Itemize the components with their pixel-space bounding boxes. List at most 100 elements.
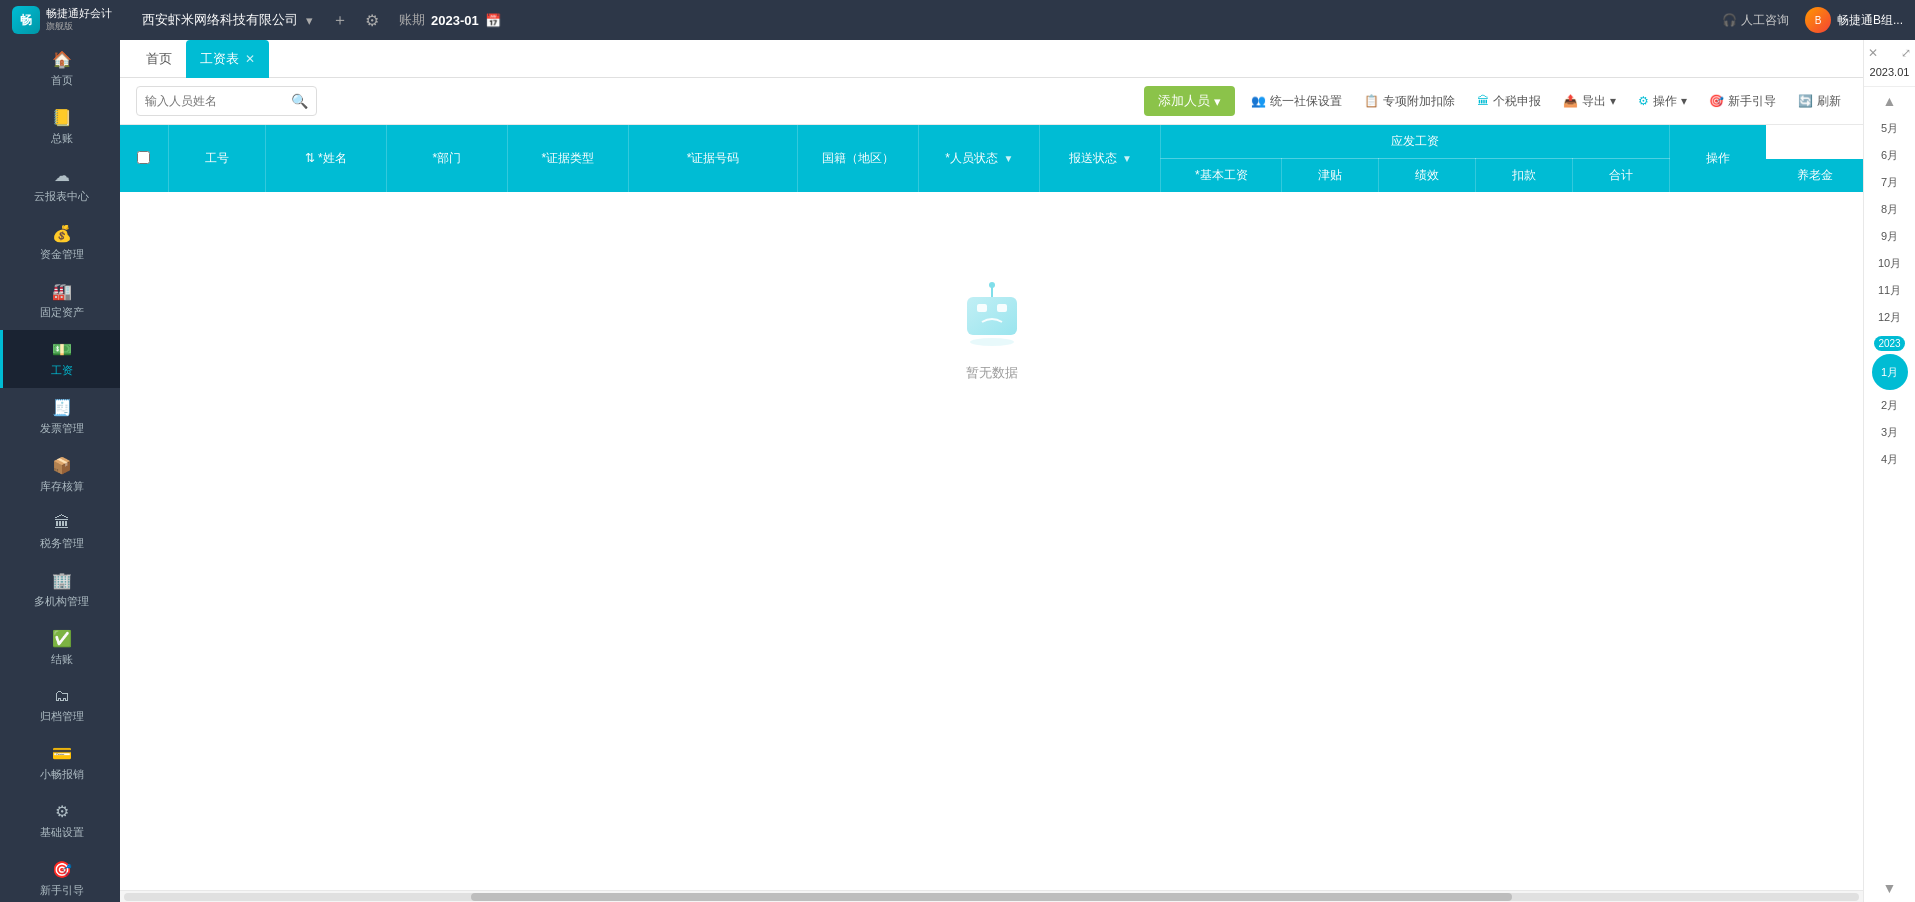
action-deduct[interactable]: 📋 专项附加扣除	[1358, 89, 1461, 114]
sidebar-item-tax[interactable]: 🏛 税务管理	[0, 504, 120, 561]
action-social[interactable]: 👥 统一社保设置	[1245, 89, 1348, 114]
month-item-5[interactable]: 5月	[1864, 115, 1915, 142]
month-item-7[interactable]: 7月	[1864, 169, 1915, 196]
salary-icon: 💵	[52, 340, 72, 359]
month-item-3[interactable]: 3月	[1864, 419, 1915, 446]
svg-point-5	[970, 338, 1014, 346]
empty-text: 暂无数据	[966, 364, 1018, 382]
th-status-label: *人员状态	[945, 151, 998, 165]
search-box[interactable]: 🔍	[136, 86, 317, 116]
calendar-icon[interactable]: 📅	[485, 13, 501, 28]
settings-icon[interactable]: ⚙	[361, 9, 383, 31]
toolbar: 🔍 添加人员 ▾ 👥 统一社保设置 📋 专项附加扣除 🏛 个税申报	[120, 78, 1863, 125]
month-item-8[interactable]: 8月	[1864, 196, 1915, 223]
sidebar-label-multi: 多机构管理	[34, 594, 89, 609]
sidebar-item-cloud[interactable]: ☁ 云报表中心	[0, 156, 120, 214]
cloud-icon: ☁	[54, 166, 70, 185]
month-label-4: 4月	[1881, 452, 1898, 467]
tab-close-icon[interactable]: ✕	[245, 52, 255, 66]
sidebar-item-archive[interactable]: 🗂 归档管理	[0, 677, 120, 734]
month-label-8: 8月	[1881, 202, 1898, 217]
th-salary-group: 应发工资	[1161, 125, 1669, 159]
th-report[interactable]: 报送状态 ▼	[1040, 125, 1161, 192]
company-dropdown-icon[interactable]: ▾	[306, 13, 313, 28]
user-info[interactable]: B 畅捷通B组...	[1805, 7, 1903, 33]
sidebar-item-ledger[interactable]: 📒 总账	[0, 98, 120, 156]
search-input[interactable]	[145, 94, 285, 108]
sidebar-label-salary: 工资	[51, 363, 73, 378]
panel-top: ✕ ⤢ 2023.01	[1864, 40, 1915, 87]
action-export[interactable]: 📤 导出 ▾	[1557, 89, 1622, 114]
sidebar-item-salary[interactable]: 💵 工资	[0, 330, 120, 388]
month-item-4[interactable]: 4月	[1864, 446, 1915, 473]
nav-up-arrow[interactable]: ▲	[1880, 91, 1900, 111]
sidebar-label-assets: 固定资产	[40, 305, 84, 320]
expense-icon: 💳	[52, 744, 72, 763]
sidebar-label-expense: 小畅报销	[40, 767, 84, 782]
sidebar-item-assets[interactable]: 🏭 固定资产	[0, 272, 120, 330]
month-item-12[interactable]: 12月	[1864, 304, 1915, 331]
funds-icon: 💰	[52, 224, 72, 243]
th-nation-label: 国籍（地区）	[822, 151, 894, 165]
tab-home[interactable]: 首页	[132, 40, 186, 78]
month-item-10[interactable]: 10月	[1864, 250, 1915, 277]
expand-icon[interactable]: ⤢	[1901, 46, 1911, 60]
salary-table: 工号 ⇅ *姓名 *部门 *证据类型 *证据号码	[120, 125, 1863, 462]
human-service-label: 人工咨询	[1741, 12, 1789, 29]
sidebar-item-home[interactable]: 🏠 首页	[0, 40, 120, 98]
th-report-label: 报送状态	[1069, 151, 1117, 165]
th-checkbox[interactable]	[120, 125, 168, 192]
sidebar-label-settle: 结账	[51, 652, 73, 667]
th-name[interactable]: ⇅ *姓名	[265, 125, 386, 192]
action-operate[interactable]: ⚙ 操作 ▾	[1632, 89, 1693, 114]
th-op: 操作	[1669, 125, 1766, 192]
month-label-10: 10月	[1878, 256, 1901, 271]
nav-down-arrow[interactable]: ▼	[1880, 878, 1900, 898]
company-selector[interactable]: 西安虾米网络科技有限公司 ▾	[142, 11, 313, 29]
action-social-label: 统一社保设置	[1270, 93, 1342, 110]
sidebar-item-invoice[interactable]: 🧾 发票管理	[0, 388, 120, 446]
sidebar-item-funds[interactable]: 💰 资金管理	[0, 214, 120, 272]
th-id: 工号	[168, 125, 265, 192]
sidebar-item-settle[interactable]: ✅ 结账	[0, 619, 120, 677]
action-tax[interactable]: 🏛 个税申报	[1471, 89, 1547, 114]
period-label: 账期	[399, 11, 425, 29]
th-base: *基本工资	[1161, 159, 1282, 193]
month-item-6[interactable]: 6月	[1864, 142, 1915, 169]
tab-salary[interactable]: 工资表 ✕	[186, 40, 269, 78]
month-item-11[interactable]: 11月	[1864, 277, 1915, 304]
empty-state: 暂无数据	[120, 192, 1863, 462]
add-person-button[interactable]: 添加人员 ▾	[1144, 86, 1235, 116]
action-refresh-label: 刷新	[1817, 93, 1841, 110]
sidebar-item-guide[interactable]: 🎯 新手引导	[0, 850, 120, 902]
stock-icon: 📦	[52, 456, 72, 475]
export-icon: 📤	[1563, 94, 1578, 108]
sidebar-item-expense[interactable]: 💳 小畅报销	[0, 734, 120, 792]
month-label-2: 2月	[1881, 398, 1898, 413]
add-person-arrow: ▾	[1214, 94, 1221, 109]
deduct-icon: 📋	[1364, 94, 1379, 108]
th-salary-group-label: 应发工资	[1391, 134, 1439, 148]
th-deduct-label: 扣款	[1512, 168, 1536, 182]
close-panel-x[interactable]: ✕	[1868, 46, 1878, 60]
human-service-btn[interactable]: 🎧 人工咨询	[1722, 12, 1789, 29]
scrollbar-track[interactable]	[124, 893, 1859, 901]
invoice-icon: 🧾	[52, 398, 72, 417]
sidebar-item-stock[interactable]: 📦 库存核算	[0, 446, 120, 504]
sidebar-item-multi[interactable]: 🏢 多机构管理	[0, 561, 120, 619]
month-item-2[interactable]: 2月	[1864, 392, 1915, 419]
horizontal-scrollbar[interactable]	[120, 890, 1863, 902]
action-tax-label: 个税申报	[1493, 93, 1541, 110]
select-all-checkbox[interactable]	[137, 151, 150, 164]
header-actions: ＋ ⚙	[329, 9, 383, 31]
th-status[interactable]: *人员状态 ▼	[919, 125, 1040, 192]
scrollbar-thumb[interactable]	[471, 893, 1512, 901]
month-item-1[interactable]: 1月	[1872, 354, 1908, 390]
action-refresh[interactable]: 🔄 刷新	[1792, 89, 1847, 114]
th-pension: 养老金	[1766, 159, 1863, 193]
add-button[interactable]: ＋	[329, 9, 351, 31]
sidebar-item-settings[interactable]: ⚙ 基础设置	[0, 792, 120, 850]
month-item-9[interactable]: 9月	[1864, 223, 1915, 250]
sidebar-label-invoice: 发票管理	[40, 421, 84, 436]
action-guide[interactable]: 🎯 新手引导	[1703, 89, 1782, 114]
